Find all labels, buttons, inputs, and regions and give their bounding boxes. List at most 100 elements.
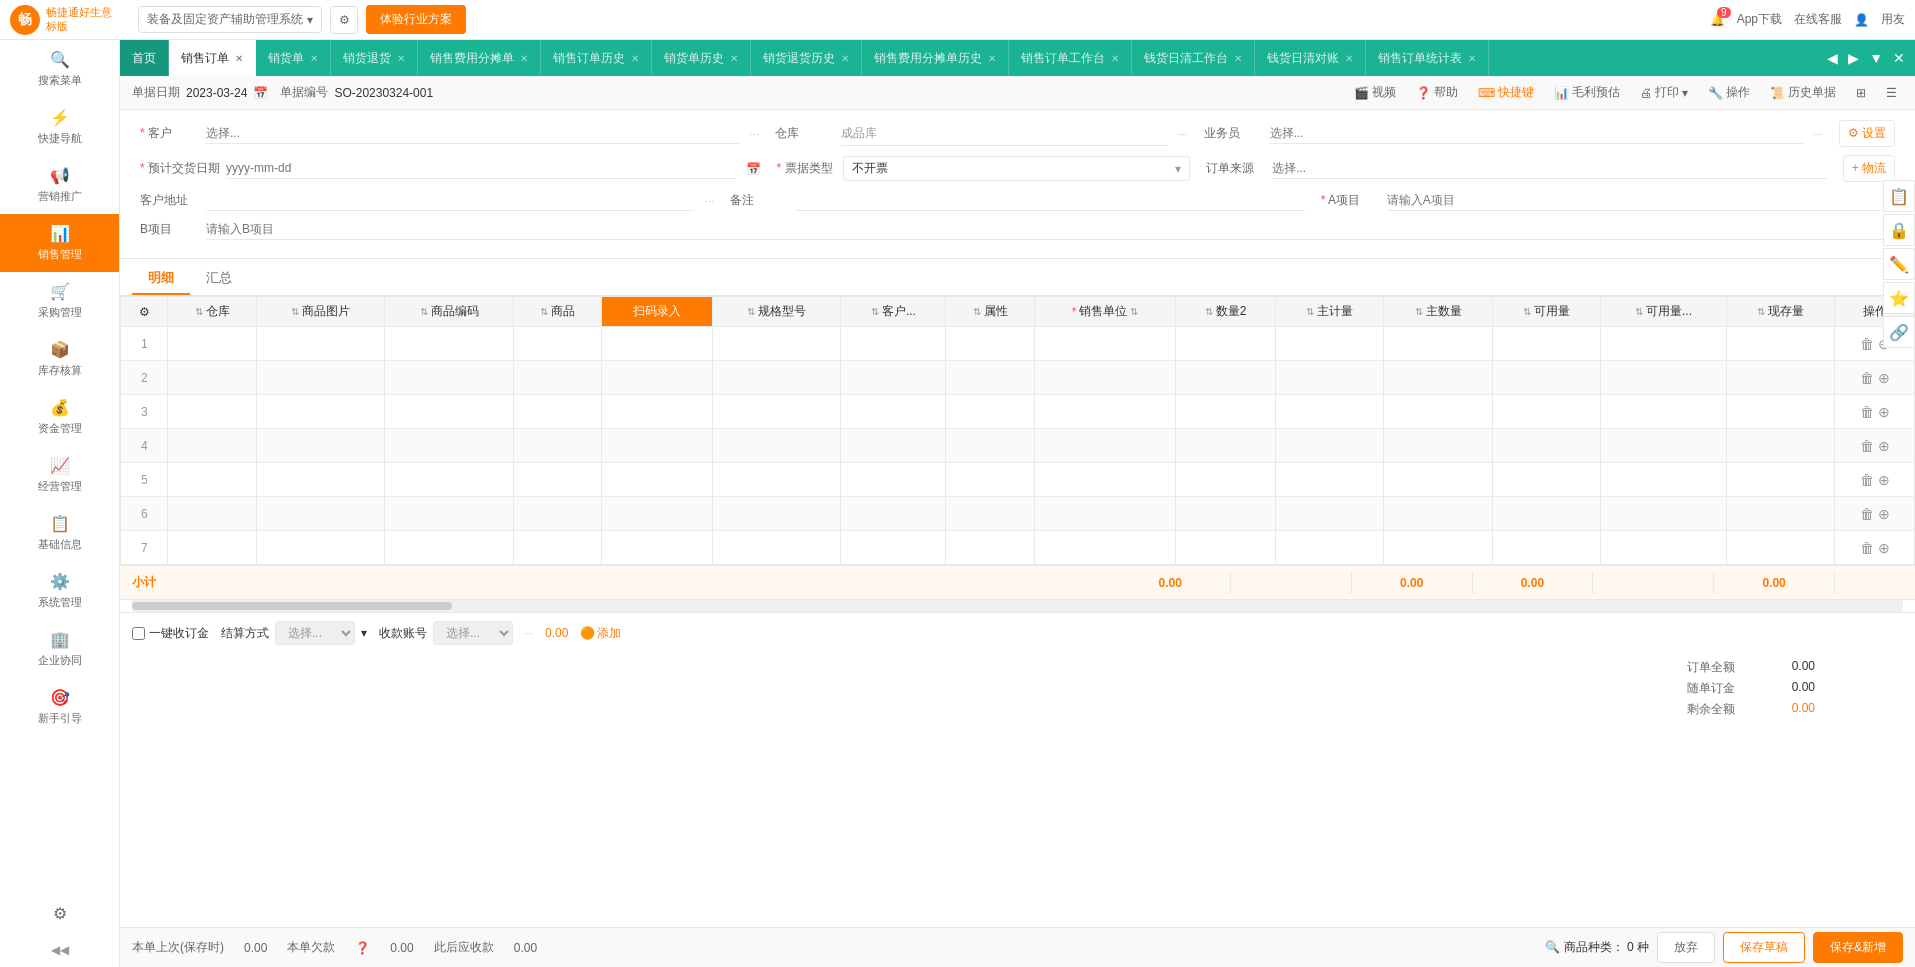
tab-sales-order-workbench[interactable]: 销售订单工作台✕ — [1009, 40, 1132, 76]
operation-btn[interactable]: 🔧操作 — [1702, 82, 1756, 103]
sidebar-item-search[interactable]: 🔍搜索菜单 — [0, 40, 119, 98]
receipt-more-icon[interactable]: ··· — [523, 626, 533, 640]
print-btn[interactable]: 🖨打印 ▾ — [1634, 82, 1694, 103]
save-new-button[interactable]: 保存&新增 — [1813, 932, 1903, 963]
tab-receivable-workbench[interactable]: 钱货日清工作台✕ — [1132, 40, 1255, 76]
col-header-stock[interactable]: ⇅现存量 — [1726, 297, 1834, 327]
tab-close-sales-order[interactable]: ✕ — [235, 53, 243, 64]
settings-config-btn[interactable]: ⚙ 设置 — [1839, 120, 1895, 147]
right-float-5[interactable]: 🔗 — [1883, 316, 1915, 348]
copy-icon-7[interactable]: ⊕ — [1878, 540, 1890, 556]
save-draft-button[interactable]: 保存草稿 — [1723, 932, 1805, 963]
tab-close-receivable-reconcile[interactable]: ✕ — [1345, 53, 1353, 64]
detail-tab-detail[interactable]: 明细 — [132, 263, 190, 295]
help-btn[interactable]: ❓帮助 — [1410, 82, 1464, 103]
tab-close-sales-expense-split[interactable]: ✕ — [520, 53, 528, 64]
online-service-link[interactable]: 在线客服 — [1794, 11, 1842, 28]
address-more-icon[interactable]: ··· — [704, 194, 714, 208]
tab-sales-order-history[interactable]: 销售订单历史✕ — [541, 40, 652, 76]
col-header-main_qty[interactable]: ⇅主数量 — [1384, 297, 1492, 327]
col-header-quantity2[interactable]: ⇅数量2 — [1176, 297, 1275, 327]
grid-view-btn[interactable]: ⊞ — [1850, 84, 1872, 102]
calendar-icon[interactable]: 📅 — [253, 86, 268, 100]
salesperson-input[interactable] — [1270, 123, 1803, 144]
invoice-type-select[interactable]: 不开票 ▾ — [843, 156, 1191, 181]
customer-address-input[interactable] — [206, 190, 694, 211]
add-receipt-btn[interactable]: 🟠 添加 — [580, 625, 621, 642]
copy-icon-5[interactable]: ⊕ — [1878, 472, 1890, 488]
tab-close-sales-order-workbench[interactable]: ✕ — [1111, 53, 1119, 64]
scroll-thumb[interactable] — [132, 602, 452, 610]
col-header-product_image[interactable]: ⇅商品图片 — [256, 297, 385, 327]
remark-input[interactable] — [796, 190, 1304, 211]
receipt-account-select[interactable]: 选择... — [433, 621, 513, 645]
view-video-btn[interactable]: 🎬视频 — [1348, 82, 1402, 103]
warehouse-more-icon[interactable]: ··· — [1178, 127, 1188, 141]
sidebar-item-operations[interactable]: 📈经营管理 — [0, 446, 119, 504]
tab-sales-order[interactable]: 销售订单✕ — [169, 40, 256, 76]
col-header-warehouse[interactable]: ⇅仓库 — [168, 297, 256, 327]
tab-next-arrow[interactable]: ▶ — [1844, 48, 1863, 68]
col-header-available[interactable]: ⇅可用量 — [1492, 297, 1600, 327]
col-header-spec_model[interactable]: ⇅规格型号 — [712, 297, 841, 327]
tab-close-sales-refund[interactable]: ✕ — [397, 53, 405, 64]
delete-icon-3[interactable]: 🗑 — [1860, 404, 1874, 420]
tab-close-receivable-workbench[interactable]: ✕ — [1234, 53, 1242, 64]
app-download-link[interactable]: App下载 — [1737, 11, 1782, 28]
history-doc-btn[interactable]: 📜历史单据 — [1764, 82, 1842, 103]
sidebar-item-finance[interactable]: 💰资金管理 — [0, 388, 119, 446]
sidebar-item-quick-nav[interactable]: ⚡快捷导航 — [0, 98, 119, 156]
b-project-input[interactable] — [206, 219, 1895, 240]
horizontal-scrollbar[interactable] — [132, 600, 1903, 612]
profit-estimate-btn[interactable]: 📊毛利预估 — [1548, 82, 1626, 103]
logistics-btn[interactable]: + 物流 — [1843, 155, 1895, 182]
notification-bell[interactable]: 🔔 9 — [1710, 13, 1725, 27]
customer-input[interactable] — [206, 123, 739, 144]
salesperson-more-icon[interactable]: ··· — [1813, 127, 1823, 141]
tab-prev-arrow[interactable]: ◀ — [1823, 48, 1842, 68]
delete-icon-5[interactable]: 🗑 — [1860, 472, 1874, 488]
tab-sales-stats[interactable]: 销售订单统计表✕ — [1366, 40, 1489, 76]
col-header-sales_unit[interactable]: *销售单位⇅ — [1034, 297, 1176, 327]
settings-icon[interactable]: ⚙ — [330, 6, 358, 34]
sidebar-item-marketing[interactable]: 📢营销推广 — [0, 156, 119, 214]
system-selector[interactable]: 装备及固定资产辅助管理系统 ▾ — [138, 6, 322, 33]
detail-tab-summary[interactable]: 汇总 — [190, 263, 248, 295]
copy-icon-4[interactable]: ⊕ — [1878, 438, 1890, 454]
sidebar-item-sales[interactable]: 📊销售管理 — [0, 214, 119, 272]
tab-sales-refund-history[interactable]: 销货退货历史✕ — [751, 40, 862, 76]
tab-receivable-reconcile[interactable]: 钱货日清对账✕ — [1255, 40, 1366, 76]
sidebar-item-enterprise[interactable]: 🏢企业协同 — [0, 620, 119, 678]
payment-method-select[interactable]: 选择... — [275, 621, 355, 645]
sidebar-item-base-info[interactable]: 📋基础信息 — [0, 504, 119, 562]
tab-close-sales-stats[interactable]: ✕ — [1468, 53, 1476, 64]
customer-more-icon[interactable]: ··· — [749, 127, 759, 141]
tab-close-all[interactable]: ✕ — [1889, 48, 1909, 68]
copy-icon-6[interactable]: ⊕ — [1878, 506, 1890, 522]
discard-button[interactable]: 放弃 — [1657, 932, 1715, 963]
delete-icon-1[interactable]: 🗑 — [1860, 336, 1874, 352]
delete-icon-6[interactable]: 🗑 — [1860, 506, 1874, 522]
list-view-btn[interactable]: ☰ — [1880, 84, 1903, 102]
col-header-product[interactable]: ⇅商品 — [514, 297, 602, 327]
copy-icon-2[interactable]: ⊕ — [1878, 370, 1890, 386]
copy-icon-3[interactable]: ⊕ — [1878, 404, 1890, 420]
tab-close-sales-expense-history[interactable]: ✕ — [988, 53, 996, 64]
col-header-customer_code[interactable]: ⇅客户... — [841, 297, 946, 327]
tab-close-sales-return[interactable]: ✕ — [310, 53, 318, 64]
right-float-1[interactable]: 📋 — [1883, 180, 1915, 212]
a-project-input[interactable] — [1387, 190, 1895, 211]
right-float-3[interactable]: ✏️ — [1883, 248, 1915, 280]
right-float-4[interactable]: ⭐ — [1883, 282, 1915, 314]
sidebar-item-system[interactable]: ⚙️系统管理 — [0, 562, 119, 620]
order-source-input[interactable] — [1272, 158, 1827, 179]
tab-home[interactable]: 首页 — [120, 40, 169, 76]
tab-close-sales-return-history[interactable]: ✕ — [730, 53, 738, 64]
tab-close-sales-order-history[interactable]: ✕ — [631, 53, 639, 64]
delivery-date-input[interactable] — [226, 158, 735, 179]
right-float-2[interactable]: 🔒 — [1883, 214, 1915, 246]
one-click-collect-checkbox[interactable] — [132, 627, 145, 640]
shortcut-btn[interactable]: ⌨快捷键 — [1472, 82, 1540, 103]
col-header-attributes[interactable]: ⇅属性 — [946, 297, 1034, 327]
sidebar-settings[interactable]: ⚙ — [0, 894, 119, 933]
